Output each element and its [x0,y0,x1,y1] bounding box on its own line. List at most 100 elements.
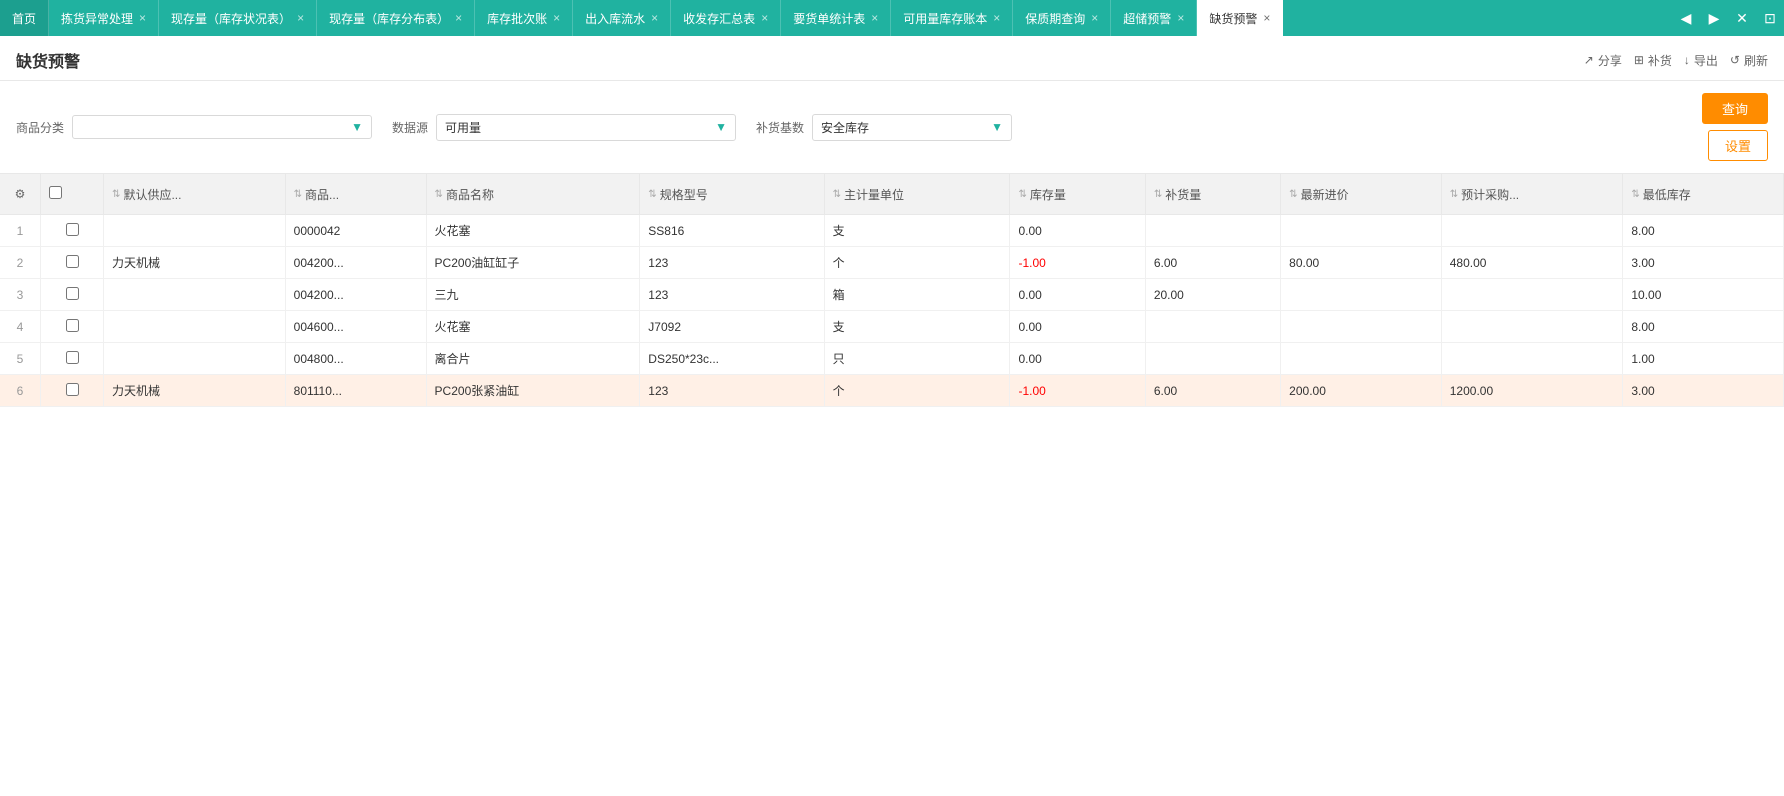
row-code: 004800... [285,343,426,375]
th-replenish[interactable]: ⇅ 补货量 [1145,174,1280,215]
category-filter-group: 商品分类 ▼ [16,115,372,139]
sort-icon: ⇅ [1154,189,1162,200]
row-replenish: 6.00 [1145,247,1280,279]
th-name[interactable]: ⇅ 商品名称 [426,174,640,215]
tab-close-1[interactable]: × [139,11,146,25]
share-button[interactable]: ↗ 分享 [1584,52,1622,69]
tab-close-all-btn[interactable]: ✕ [1728,0,1756,36]
row-latest-price: 80.00 [1281,247,1442,279]
settings-button[interactable]: 设置 [1708,130,1768,161]
export-button[interactable]: ↓ 导出 [1684,52,1718,69]
tab-close-4[interactable]: × [553,11,560,25]
th-latest-price[interactable]: ⇅ 最新进价 [1281,174,1442,215]
row-latest-price [1281,279,1442,311]
tab-close-3[interactable]: × [455,11,462,25]
row-checkbox-cell[interactable] [41,215,104,247]
row-checkbox[interactable] [66,255,79,268]
tab-next-btn[interactable]: ▶ [1700,0,1728,36]
row-stock: 0.00 [1010,215,1145,247]
row-checkbox-cell[interactable] [41,343,104,375]
row-replenish [1145,343,1280,375]
row-latest-price [1281,343,1442,375]
row-checkbox-cell[interactable] [41,375,104,407]
row-code: 004600... [285,311,426,343]
row-number: 4 [0,311,41,343]
row-min-stock: 3.00 [1623,375,1784,407]
datasource-arrow-icon: ▼ [715,120,727,134]
row-spec: 123 [640,247,824,279]
th-settings[interactable]: ⚙ [0,174,41,215]
tab-2[interactable]: 现存量（库存状况表） × [159,0,317,36]
row-est-purchase [1441,215,1623,247]
row-checkbox[interactable] [66,351,79,364]
th-supplier[interactable]: ⇅ 默认供应... [104,174,286,215]
query-button[interactable]: 查询 [1702,93,1768,124]
th-est-purchase[interactable]: ⇅ 预计采购... [1441,174,1623,215]
tab-11[interactable]: 缺货预警 × [1197,0,1283,36]
tab-7[interactable]: 要货单统计表 × [781,0,891,36]
tab-9[interactable]: 保质期查询 × [1013,0,1111,36]
tab-10[interactable]: 超储预警 × [1111,0,1197,36]
th-code[interactable]: ⇅ 商品... [285,174,426,215]
sort-icon: ⇅ [1018,189,1026,200]
row-spec: DS250*23c... [640,343,824,375]
tab-close-10[interactable]: × [1177,11,1184,25]
tab-5[interactable]: 出入库流水 × [573,0,671,36]
row-checkbox-cell[interactable] [41,247,104,279]
tab-1[interactable]: 拣货异常处理 × [49,0,159,36]
row-unit: 个 [824,375,1010,407]
th-min-stock[interactable]: ⇅ 最低库存 [1623,174,1784,215]
row-name: 离合片 [426,343,640,375]
replenish-select[interactable]: 安全库存 ▼ [812,114,1012,141]
row-checkbox-cell[interactable] [41,311,104,343]
row-checkbox[interactable] [66,319,79,332]
row-checkbox-cell[interactable] [41,279,104,311]
category-select[interactable]: ▼ [72,115,372,139]
tab-close-2[interactable]: × [297,11,304,25]
tab-3[interactable]: 现存量（库存分布表） × [317,0,475,36]
tab-close-11[interactable]: × [1263,11,1270,25]
row-checkbox[interactable] [66,287,79,300]
row-checkbox[interactable] [66,383,79,396]
tab-close-8[interactable]: × [993,11,1000,25]
row-latest-price: 200.00 [1281,375,1442,407]
tab-6[interactable]: 收发存汇总表 × [671,0,781,36]
row-checkbox[interactable] [66,223,79,236]
row-replenish [1145,311,1280,343]
tab-close-9[interactable]: × [1091,11,1098,25]
table-row: 6 力天机械 801110... PC200张紧油缸 123 个 -1.00 6… [0,375,1784,407]
tab-fullscreen-btn[interactable]: ⊡ [1756,0,1784,36]
datasource-filter-group: 数据源 可用量 ▼ [392,114,736,141]
row-spec: SS816 [640,215,824,247]
th-stock[interactable]: ⇅ 库存量 [1010,174,1145,215]
datasource-select[interactable]: 可用量 ▼ [436,114,736,141]
row-min-stock: 8.00 [1623,311,1784,343]
row-stock: -1.00 [1010,375,1145,407]
select-all-checkbox[interactable] [49,186,62,199]
sort-icon: ⇅ [294,189,302,200]
replenish-arrow-icon: ▼ [991,120,1003,134]
row-est-purchase: 480.00 [1441,247,1623,279]
tab-home[interactable]: 首页 [0,0,49,36]
tab-close-7[interactable]: × [871,11,878,25]
tab-close-5[interactable]: × [651,11,658,25]
row-min-stock: 3.00 [1623,247,1784,279]
tab-8[interactable]: 可用量库存账本 × [891,0,1013,36]
th-spec[interactable]: ⇅ 规格型号 [640,174,824,215]
sort-icon: ⇅ [1631,189,1639,200]
tab-close-6[interactable]: × [761,11,768,25]
replenish-button[interactable]: ⊞ 补货 [1634,52,1672,69]
tab-prev-btn[interactable]: ◀ [1672,0,1700,36]
row-code: 0000042 [285,215,426,247]
refresh-button[interactable]: ↺ 刷新 [1730,52,1768,69]
th-unit[interactable]: ⇅ 主计量单位 [824,174,1010,215]
row-est-purchase [1441,311,1623,343]
column-settings-icon[interactable]: ⚙ [8,182,32,206]
table-row: 3 004200... 三九 123 箱 0.00 20.00 10.00 [0,279,1784,311]
replenish-value: 安全库存 [821,119,869,136]
tab-bar: 首页 拣货异常处理 × 现存量（库存状况表） × 现存量（库存分布表） × 库存… [0,0,1784,36]
sort-icon: ⇅ [112,189,120,200]
tab-4[interactable]: 库存批次账 × [475,0,573,36]
datasource-label: 数据源 [392,119,428,136]
row-min-stock: 8.00 [1623,215,1784,247]
